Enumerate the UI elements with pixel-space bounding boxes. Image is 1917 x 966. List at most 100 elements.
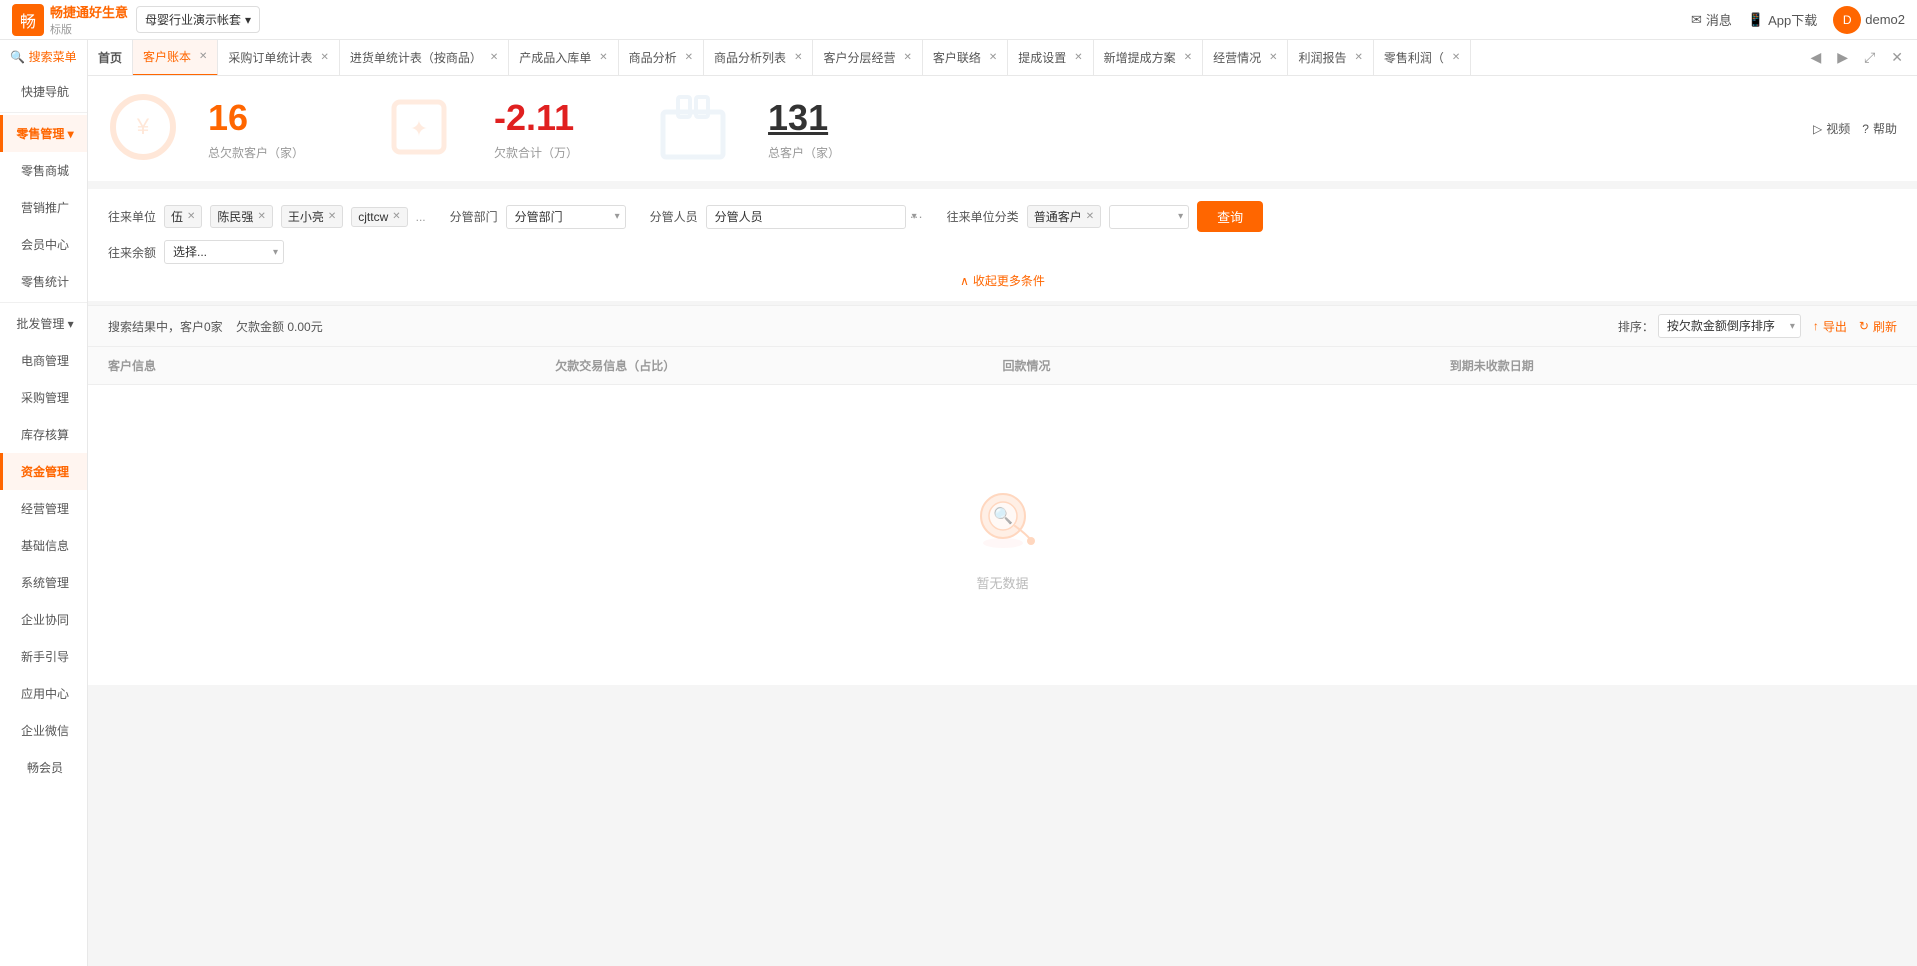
logo-subtitle: 标版 (50, 21, 128, 37)
remove-tag-wu[interactable]: ✕ (187, 211, 195, 222)
data-table: 客户信息 欠款交易信息（占比） 回款情况 到期未收款日期 🔍 (88, 347, 1917, 685)
sidebar-item-system-mgmt[interactable]: 系统管理 (0, 564, 87, 601)
query-button[interactable]: 查询 (1197, 201, 1263, 232)
tab-inbound-stats[interactable]: 进货单统计表（按商品） ✕ (340, 40, 509, 76)
stat-total-debt-label: 欠款合计（万） (494, 144, 578, 161)
sidebar-item-ecommerce[interactable]: 电商管理 (0, 342, 87, 379)
sidebar-item-finance[interactable]: 资金管理 (0, 453, 87, 490)
collapse-label: 收起更多条件 (973, 272, 1045, 289)
tab-retail-profit[interactable]: 零售利润（ ✕ (1374, 40, 1471, 76)
tab-close-customer-account[interactable]: ✕ (199, 51, 207, 62)
table-col-due-date: 到期未收款日期 (1450, 357, 1897, 374)
tab-close-product-analysis-list[interactable]: ✕ (794, 52, 802, 63)
sort-select[interactable]: 按欠款金额倒序排序 (1658, 314, 1801, 338)
tab-close-retail-profit[interactable]: ✕ (1452, 52, 1460, 63)
sidebar-item-purchase-mgmt[interactable]: 采购管理 (0, 379, 87, 416)
remove-tag-chen[interactable]: ✕ (257, 211, 265, 222)
tab-profit-report[interactable]: 利润报告 ✕ (1288, 40, 1373, 76)
filter-unit-class-select[interactable] (1109, 205, 1189, 229)
filter-more-tags[interactable]: ... (416, 210, 426, 224)
tab-close-customer-contact[interactable]: ✕ (989, 52, 997, 63)
tab-close-production-inbound[interactable]: ✕ (599, 52, 607, 63)
refresh-icon: ↻ (1859, 319, 1869, 333)
sidebar-item-retail-mgmt[interactable]: 零售管理 ▾ (0, 115, 87, 152)
tab-product-analysis[interactable]: 商品分析 ✕ (619, 40, 704, 76)
stat-total-customers-value: 16 (208, 96, 248, 139)
sort-select-outer: 按欠款金额倒序排序 (1658, 314, 1801, 338)
workspace-chevron-icon: ▾ (245, 13, 251, 27)
tab-close-new-promotion-plan[interactable]: ✕ (1184, 52, 1192, 63)
video-link[interactable]: ▷ 视频 (1813, 120, 1850, 137)
sidebar-item-member-center[interactable]: 会员中心 (0, 226, 87, 263)
sidebar: 🔍 搜索菜单 快捷导航 零售管理 ▾ 零售商城 营销推广 会员中心 零售统计 批… (0, 40, 88, 966)
app-download-btn[interactable]: 📱 App下载 (1748, 10, 1817, 29)
tab-close-inbound-stats[interactable]: ✕ (490, 52, 498, 63)
tab-product-analysis-list[interactable]: 商品分析列表 ✕ (704, 40, 813, 76)
sidebar-item-new-guide[interactable]: 新手引导 (0, 638, 87, 675)
remove-tag-wang[interactable]: ✕ (328, 211, 336, 222)
message-btn[interactable]: ✉ 消息 (1691, 10, 1732, 29)
tab-close-promotion-settings[interactable]: ✕ (1074, 52, 1082, 63)
svg-text:¥: ¥ (136, 114, 150, 139)
tab-close-purchase-order-stats[interactable]: ✕ (320, 52, 328, 63)
filter-person-more-icon[interactable]: ··· (910, 209, 923, 224)
filter-balance-select-wrap: 选择... (164, 240, 284, 264)
workspace-selector[interactable]: 母婴行业演示帐套 ▾ (136, 6, 260, 33)
sidebar-item-wholesale-mgmt[interactable]: 批发管理 ▾ (0, 305, 87, 342)
tab-close-all-btn[interactable]: ✕ (1885, 40, 1909, 76)
tab-customer-contact[interactable]: 客户联络 ✕ (923, 40, 1008, 76)
avatar: D (1833, 6, 1861, 34)
remove-tag-normal-customer[interactable]: ✕ (1086, 211, 1094, 222)
filter-person-select[interactable]: 分管人员 (706, 205, 906, 229)
tab-production-inbound[interactable]: 产成品入库单 ✕ (509, 40, 618, 76)
tab-close-product-analysis[interactable]: ✕ (685, 52, 693, 63)
tab-next-btn[interactable]: ▶ (1831, 40, 1854, 76)
tab-close-customer-tier[interactable]: ✕ (903, 52, 911, 63)
sidebar-item-quick-nav[interactable]: 快捷导航 (0, 73, 87, 110)
tab-customer-tier[interactable]: 客户分层经营 ✕ (813, 40, 922, 76)
stat-total-customers: 16 总欠款客户（家） (208, 96, 344, 160)
filter-dept-select-wrap: 分管部门 (506, 205, 626, 229)
filter-tag-wang: 王小亮 ✕ (281, 205, 343, 228)
tab-purchase-order-stats[interactable]: 采购订单统计表 ✕ (218, 40, 339, 76)
tab-business-status[interactable]: 经营情况 ✕ (1203, 40, 1288, 76)
tab-close-profit-report[interactable]: ✕ (1355, 52, 1363, 63)
filter-tag-cjttcw: cjttcw ✕ (351, 207, 407, 227)
tab-bar: 首页 客户账本 ✕ 采购订单统计表 ✕ 进货单统计表（按商品） ✕ 产成品入库单… (88, 40, 1917, 76)
tab-home[interactable]: 首页 (88, 40, 133, 76)
remove-tag-cjttcw[interactable]: ✕ (392, 211, 400, 222)
sidebar-item-inventory[interactable]: 库存核算 (0, 416, 87, 453)
sidebar-item-app-center[interactable]: 应用中心 (0, 675, 87, 712)
video-icon: ▷ (1813, 122, 1822, 136)
tab-customer-account[interactable]: 客户账本 ✕ (133, 40, 218, 76)
collapse-btn[interactable]: ∧ 收起更多条件 (108, 272, 1897, 289)
export-btn[interactable]: ↑ 导出 (1813, 318, 1847, 335)
sidebar-item-enterprise-wechat[interactable]: 企业微信 (0, 712, 87, 749)
user-area[interactable]: D demo2 (1833, 6, 1905, 34)
sidebar-item-basic-info[interactable]: 基础信息 (0, 527, 87, 564)
sidebar-item-vip-member[interactable]: 畅会员 (0, 749, 87, 786)
sort-select-wrap: 排序： 按欠款金额倒序排序 (1618, 314, 1801, 338)
tab-prev-btn[interactable]: ◀ (1805, 40, 1828, 76)
results-summary: 搜索结果中，客户0家 欠款金额 0.00元 (108, 318, 323, 335)
refresh-btn[interactable]: ↻ 刷新 (1859, 318, 1897, 335)
sidebar-item-retail-stats[interactable]: 零售统计 (0, 263, 87, 300)
sidebar-search[interactable]: 🔍 搜索菜单 (0, 40, 87, 73)
sidebar-item-retail-mall[interactable]: 零售商城 (0, 152, 87, 189)
tab-promotion-settings[interactable]: 提成设置 ✕ (1008, 40, 1093, 76)
filter-dept-select[interactable]: 分管部门 (506, 205, 626, 229)
filter-dept-label: 分管部门 (450, 208, 498, 225)
tab-expand-btn[interactable]: ⤢ (1858, 40, 1881, 76)
tab-close-business-status[interactable]: ✕ (1269, 52, 1277, 63)
filter-tag-unit: 伍 ✕ (164, 205, 202, 228)
filter-row-2: 往来余额 选择... (108, 240, 1897, 264)
filter-balance-select[interactable]: 选择... (164, 240, 284, 264)
sidebar-item-enterprise-collab[interactable]: 企业协同 (0, 601, 87, 638)
help-link[interactable]: ? 帮助 (1862, 120, 1897, 137)
stat-total-clients: 131 总客户（家） (768, 96, 880, 160)
username-label: demo2 (1865, 12, 1905, 27)
tab-new-promotion-plan[interactable]: 新增提成方案 ✕ (1094, 40, 1203, 76)
empty-illustration: 🔍 (963, 478, 1043, 561)
sidebar-item-marketing[interactable]: 营销推广 (0, 189, 87, 226)
sidebar-item-operations[interactable]: 经营管理 (0, 490, 87, 527)
